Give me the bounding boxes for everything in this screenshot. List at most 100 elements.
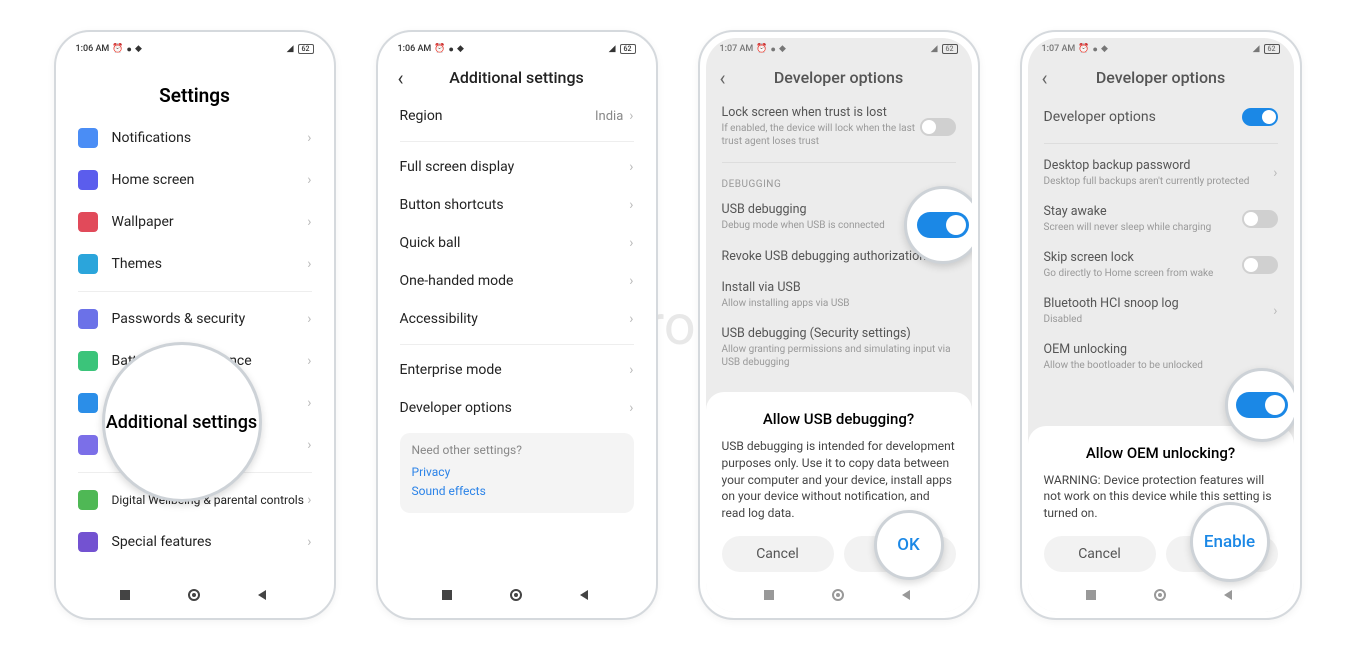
status-icon: ● — [449, 44, 454, 55]
row-full-screen[interactable]: Full screen display › — [400, 148, 634, 186]
row-skip-lock[interactable]: Skip screen lock Go directly to Home scr… — [1044, 242, 1278, 288]
settings-item-special[interactable]: Special features › — [78, 521, 312, 563]
themes-icon — [78, 254, 98, 274]
magnifier-additional-settings: Additional settings — [102, 342, 262, 502]
status-icon: ◆ — [457, 44, 464, 54]
nav-back[interactable] — [900, 588, 914, 602]
row-usb-security[interactable]: USB debugging (Security settings) Allow … — [722, 318, 956, 377]
status-bar: 1:07 AM ⏰ ● ◆ ◢ 62 — [706, 38, 972, 60]
nav-home[interactable] — [187, 588, 201, 602]
status-time: 1:06 AM — [76, 44, 110, 54]
settings-item-notifications[interactable]: Notifications › — [78, 117, 312, 159]
toggle-usb-debugging-on[interactable] — [917, 212, 969, 238]
alarm-icon: ⏰ — [1078, 44, 1089, 54]
nav-recents[interactable] — [119, 588, 133, 602]
status-bar: 1:07 AM ⏰ ● ◆ ◢ 62 — [1028, 38, 1294, 60]
notifications-icon — [78, 128, 98, 148]
chevron-icon: › — [629, 273, 633, 289]
toggle-skip-lock[interactable] — [1242, 256, 1278, 274]
nav-recents[interactable] — [1085, 588, 1099, 602]
row-enterprise[interactable]: Enterprise mode › — [400, 351, 634, 389]
nav-recents[interactable] — [763, 588, 777, 602]
nav-bar — [384, 578, 650, 612]
chevron-icon: › — [629, 235, 633, 251]
alarm-icon: ⏰ — [756, 44, 767, 54]
settings-item-themes[interactable]: Themes › — [78, 243, 312, 285]
nav-back[interactable] — [256, 588, 270, 602]
chevron-icon: › — [307, 172, 311, 188]
alarm-icon: ⏰ — [112, 44, 123, 54]
row-one-handed[interactable]: One-handed mode › — [400, 262, 634, 300]
wallpaper-icon — [78, 212, 98, 232]
settings-item-home-screen[interactable]: Home screen › — [78, 159, 312, 201]
toggle-lock-trust[interactable] — [920, 118, 956, 136]
additional-icon — [78, 435, 98, 455]
nav-recents[interactable] — [441, 588, 455, 602]
row-developer-options[interactable]: Developer options › — [400, 389, 634, 427]
chevron-icon: › — [307, 130, 311, 146]
cancel-button[interactable]: Cancel — [1044, 536, 1156, 572]
header: ‹ Developer options — [706, 60, 972, 97]
link-privacy[interactable]: Privacy — [412, 465, 622, 479]
phone-1: 1:06 AM ⏰ ● ◆ ◢ 62 Settings Notification… — [54, 30, 336, 620]
row-stay-awake[interactable]: Stay awake Screen will never sleep while… — [1044, 196, 1278, 242]
back-button[interactable]: ‹ — [720, 66, 726, 90]
row-developer-options-toggle[interactable]: Developer options — [1044, 97, 1278, 137]
row-bt-snoop[interactable]: Bluetooth HCI snoop log Disabled › — [1044, 288, 1278, 334]
toggle-stay-awake[interactable] — [1242, 210, 1278, 228]
toggle-oem-on[interactable] — [1236, 392, 1288, 418]
magnifier-oem-toggle — [1225, 368, 1294, 442]
row-lock-trust[interactable]: Lock screen when trust is lost If enable… — [722, 97, 956, 156]
status-icon: ● — [1093, 44, 1098, 55]
battery-icon: 62 — [1264, 44, 1280, 54]
settings-item-passwords[interactable]: Passwords & security › — [78, 298, 312, 340]
status-time: 1:06 AM — [398, 44, 432, 54]
signal-icon: ◢ — [931, 44, 938, 54]
status-icon: ◆ — [779, 44, 786, 54]
battery-icon: 62 — [942, 44, 958, 54]
row-region[interactable]: Region India › — [400, 97, 634, 135]
status-bar: 1:06 AM ⏰ ● ◆ ◢ 62 — [384, 38, 650, 60]
chevron-icon: › — [1273, 165, 1277, 181]
row-button-shortcuts[interactable]: Button shortcuts › — [400, 186, 634, 224]
header: ‹ Developer options — [1028, 60, 1294, 97]
status-icon: ◆ — [1101, 44, 1108, 54]
status-icon: ● — [771, 44, 776, 55]
page-title: Additional settings — [400, 68, 634, 87]
phone-2: 1:06 AM ⏰ ● ◆ ◢ 62 ‹ Additional settings… — [376, 30, 658, 620]
chevron-icon: › — [307, 256, 311, 272]
nav-home[interactable] — [1153, 588, 1167, 602]
row-accessibility[interactable]: Accessibility › — [400, 300, 634, 338]
nav-home[interactable] — [831, 588, 845, 602]
chevron-icon: › — [629, 400, 633, 416]
row-install-usb[interactable]: Install via USB Allow installing apps vi… — [722, 272, 956, 318]
chevron-icon: › — [629, 108, 633, 124]
chevron-icon: › — [629, 159, 633, 175]
section-debugging: DEBUGGING — [722, 169, 956, 194]
settings-item-wallpaper[interactable]: Wallpaper › — [78, 201, 312, 243]
chevron-icon: › — [307, 395, 311, 411]
link-sound-effects[interactable]: Sound effects — [412, 484, 622, 498]
chevron-icon: › — [307, 311, 311, 327]
cancel-button[interactable]: Cancel — [722, 536, 834, 572]
chevron-icon: › — [307, 437, 311, 453]
home-icon — [78, 170, 98, 190]
need-other-settings: Need other settings? Privacy Sound effec… — [400, 433, 634, 513]
alarm-icon: ⏰ — [434, 44, 445, 54]
row-backup[interactable]: Desktop backup password Desktop full bac… — [1044, 150, 1278, 196]
row-quick-ball[interactable]: Quick ball › — [400, 224, 634, 262]
magnifier-enable: Enable — [1190, 502, 1270, 582]
nav-back[interactable] — [1222, 588, 1236, 602]
back-button[interactable]: ‹ — [398, 66, 404, 90]
page-title: Settings — [62, 60, 328, 117]
nav-home[interactable] — [509, 588, 523, 602]
nav-bar — [1028, 578, 1294, 612]
status-icon: ● — [127, 44, 132, 55]
back-button[interactable]: ‹ — [1042, 66, 1048, 90]
nav-back[interactable] — [578, 588, 592, 602]
signal-icon: ◢ — [609, 44, 616, 54]
toggle-developer[interactable] — [1242, 108, 1278, 126]
chevron-icon: › — [307, 534, 311, 550]
nav-bar — [62, 578, 328, 612]
chevron-icon: › — [629, 362, 633, 378]
